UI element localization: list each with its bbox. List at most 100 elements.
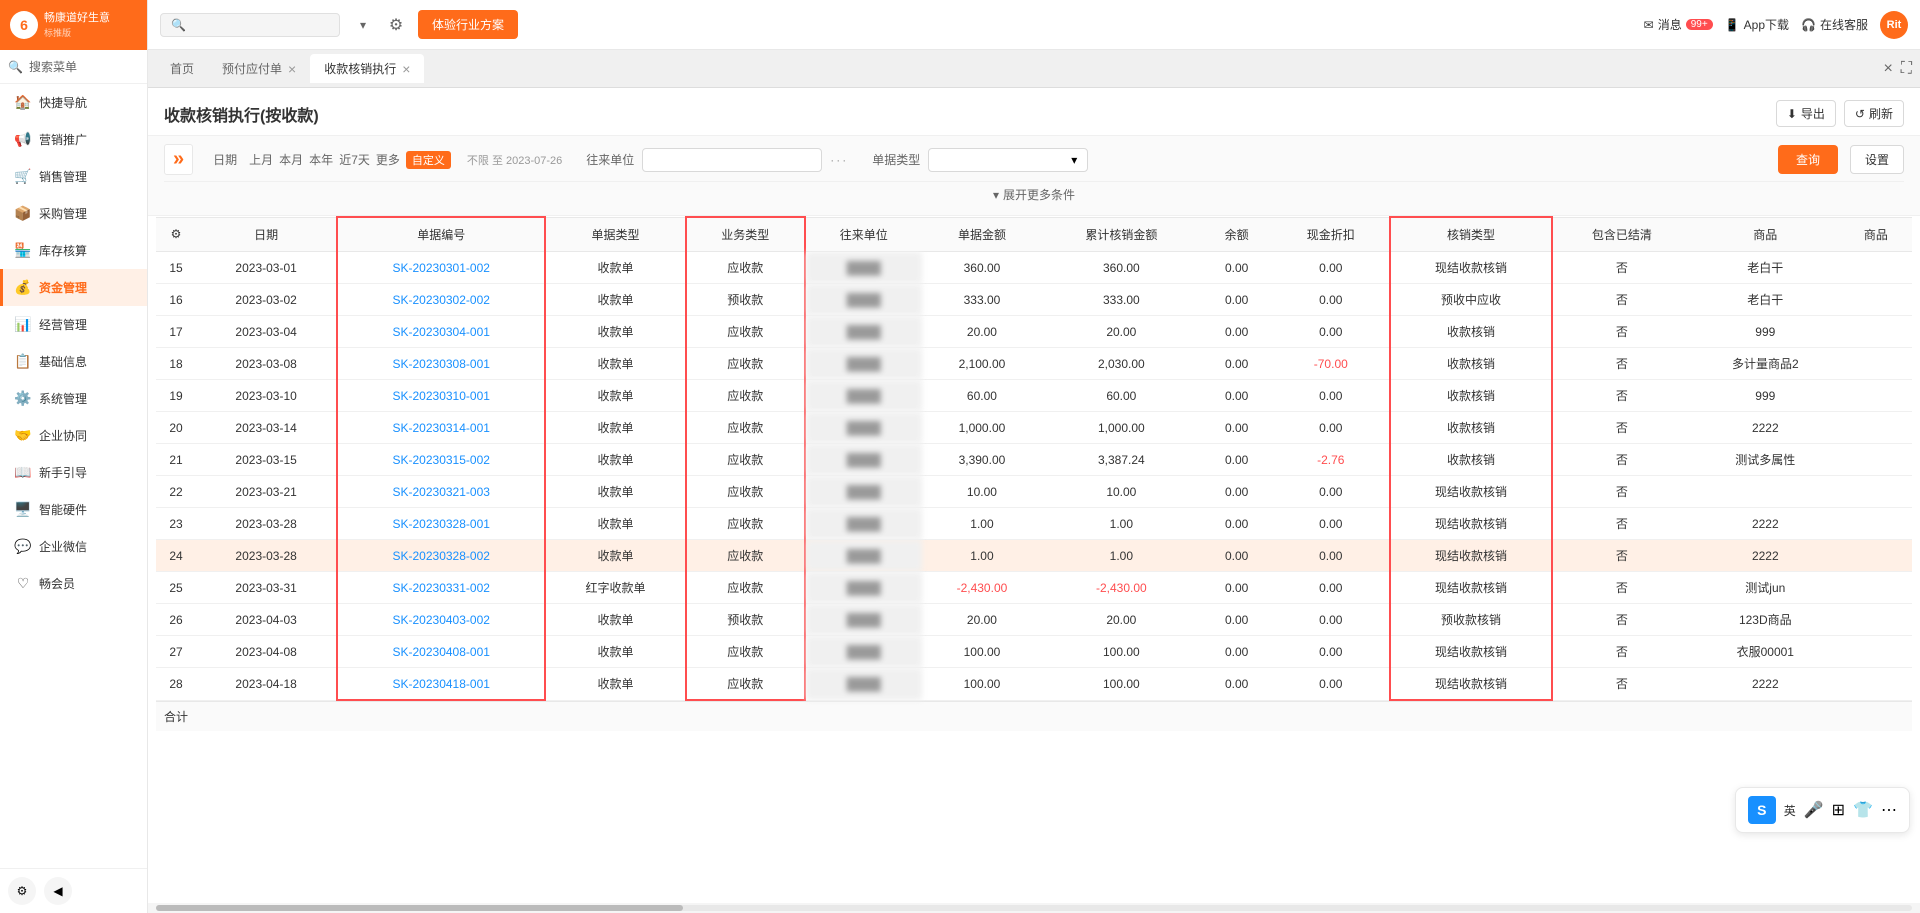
query-button[interactable]: 查询 [1778,145,1838,174]
sidebar-item-purchase[interactable]: 📦 采购管理 [0,195,147,232]
cell-singleno[interactable]: SK-20230302-002 [337,284,545,316]
cell-biztype: 应收款 [686,412,805,444]
singleno-link[interactable]: SK-20230308-001 [393,357,490,371]
cell-singleno[interactable]: SK-20230301-002 [337,252,545,284]
topbar-dropdown[interactable]: ▾ [348,14,374,36]
scrollbar-thumb[interactable] [156,905,683,911]
sidebar-settings-icon[interactable]: ⚙ [8,877,36,905]
cell-singleno[interactable]: SK-20230315-002 [337,444,545,476]
sidebar-item-system[interactable]: ⚙️ 系统管理 [0,380,147,417]
sidebar-item-wechat[interactable]: 💬 企业微信 [0,528,147,565]
tab-verify-close-icon[interactable]: × [402,61,410,77]
singleno-link[interactable]: SK-20230314-001 [393,421,490,435]
sidebar-item-guide[interactable]: 📖 新手引导 [0,454,147,491]
cell-singleno[interactable]: SK-20230321-003 [337,476,545,508]
float-more-icon[interactable]: ⋯ [1881,800,1897,820]
refresh-button[interactable]: ↺ 刷新 [1844,100,1904,127]
filter-expand-row[interactable]: ▾ 展开更多条件 [164,181,1904,207]
cell-amount: 3,390.00 [922,444,1042,476]
close-all-icon[interactable]: × [1883,60,1892,78]
cell-singleno[interactable]: SK-20230308-001 [337,348,545,380]
singleno-link[interactable]: SK-20230310-001 [393,389,490,403]
cell-singleno[interactable]: SK-20230403-002 [337,604,545,636]
maximize-icon[interactable]: ⛶ [1901,60,1912,78]
tab-verify[interactable]: 收款核销执行 × [310,54,424,83]
cell-singleno[interactable]: SK-20230328-002 [337,540,545,572]
user-avatar[interactable]: Rit [1880,11,1908,39]
sidebar-item-base-info[interactable]: 📋 基础信息 [0,343,147,380]
singleno-link[interactable]: SK-20230304-001 [393,325,490,339]
float-mic-icon[interactable]: 🎤 [1804,800,1824,820]
singleno-link[interactable]: SK-20230301-002 [393,261,490,275]
cell-cashdiscount: 0.00 [1273,316,1390,348]
cell-balance: 0.00 [1201,668,1273,701]
float-shirt-icon[interactable]: 👕 [1853,800,1873,820]
cell-singleno[interactable]: SK-20230331-002 [337,572,545,604]
singleno-link[interactable]: SK-20230418-001 [393,677,490,691]
cell-singleno[interactable]: SK-20230408-001 [337,636,545,668]
cell-product2 [1840,348,1912,380]
singleno-link[interactable]: SK-20230315-002 [393,453,490,467]
sidebar-item-vip[interactable]: ♡ 畅会员 [0,565,147,602]
filter-settings-button[interactable]: 设置 [1850,145,1904,174]
float-grid-icon[interactable]: ⊞ [1832,800,1845,820]
online-service-button[interactable]: 🎧 在线客服 [1801,16,1868,33]
cell-product: 999 [1691,316,1840,348]
col-header-settings[interactable]: ⚙ [156,217,196,252]
sidebar-item-hardware[interactable]: 🖥️ 智能硬件 [0,491,147,528]
export-button[interactable]: ⬇ 导出 [1776,100,1836,127]
date-custom-badge[interactable]: 自定义 [406,151,451,169]
logo-text: 畅康道好生意 [44,11,110,25]
singleno-link[interactable]: SK-20230328-002 [393,549,490,563]
filter-area: » 日期 上月 本月 本年 近7天 更多 自定义 不限 至 2023-07-26… [148,136,1920,216]
solution-button[interactable]: 体验行业方案 [418,10,518,39]
message-button[interactable]: ✉ 消息 99+ [1644,16,1713,33]
singleno-link[interactable]: SK-20230321-003 [393,485,490,499]
date-link-this-year[interactable]: 本年 [309,151,333,168]
cell-singleno[interactable]: SK-20230418-001 [337,668,545,701]
date-link-last-month[interactable]: 上月 [249,151,273,168]
tab-home[interactable]: 首页 [156,54,208,83]
cell-singleno[interactable]: SK-20230314-001 [337,412,545,444]
table-row: 162023-03-02SK-20230302-002收款单预收款████333… [156,284,1912,316]
single-type-select[interactable]: ▾ [928,148,1088,172]
filter-toggle-button[interactable]: » [164,144,193,175]
table-settings-icon[interactable]: ⚙ [171,227,182,241]
singleno-link[interactable]: SK-20230328-001 [393,517,490,531]
sidebar-item-operations[interactable]: 📊 经营管理 [0,306,147,343]
date-link-more[interactable]: 更多 [376,151,400,168]
singleno-link[interactable]: SK-20230302-002 [393,293,490,307]
cell-partner: ████ [805,668,922,701]
partner-filter-input[interactable] [642,148,822,172]
cell-balance: 0.00 [1201,412,1273,444]
table-row: 192023-03-10SK-20230310-001收款单应收款████60.… [156,380,1912,412]
search-menu[interactable]: 🔍 搜索菜单 [0,50,147,84]
cell-singleno[interactable]: SK-20230328-001 [337,508,545,540]
cell-singletype: 收款单 [545,316,686,348]
tab-prepay-close-icon[interactable]: × [288,61,296,77]
filter-expand-label: 展开更多条件 [1003,186,1075,203]
topbar-search-box[interactable]: 🔍 [160,13,340,37]
app-download-button[interactable]: 📱 App下载 [1725,16,1789,33]
topbar-gear-icon[interactable]: ⚙ [382,11,410,39]
page-title: 收款核销执行(按收款) [164,102,319,126]
sidebar-item-sales[interactable]: 🛒 销售管理 [0,158,147,195]
cell-singleno[interactable]: SK-20230304-001 [337,316,545,348]
cell-singleno[interactable]: SK-20230310-001 [337,380,545,412]
sidebar-item-collab[interactable]: 🤝 企业协同 [0,417,147,454]
date-link-this-month[interactable]: 本月 [279,151,303,168]
singleno-link[interactable]: SK-20230403-002 [393,613,490,627]
singleno-link[interactable]: SK-20230408-001 [393,645,490,659]
horizontal-scrollbar[interactable] [148,903,1920,913]
cell-cumverify: 1.00 [1042,540,1201,572]
sidebar-item-inventory[interactable]: 🏪 库存核算 [0,232,147,269]
sidebar-item-quick-nav[interactable]: 🏠 快捷导航 [0,84,147,121]
tab-prepay[interactable]: 预付应付单 × [208,54,310,83]
date-link-7days[interactable]: 近7天 [339,151,370,168]
sidebar-item-marketing[interactable]: 📢 营销推广 [0,121,147,158]
cell-balance: 0.00 [1201,348,1273,380]
sidebar-item-finance[interactable]: 💰 资金管理 [0,269,147,306]
singleno-link[interactable]: SK-20230331-002 [393,581,490,595]
sidebar-collapse-icon[interactable]: ◀ [44,877,72,905]
cell-balance: 0.00 [1201,604,1273,636]
